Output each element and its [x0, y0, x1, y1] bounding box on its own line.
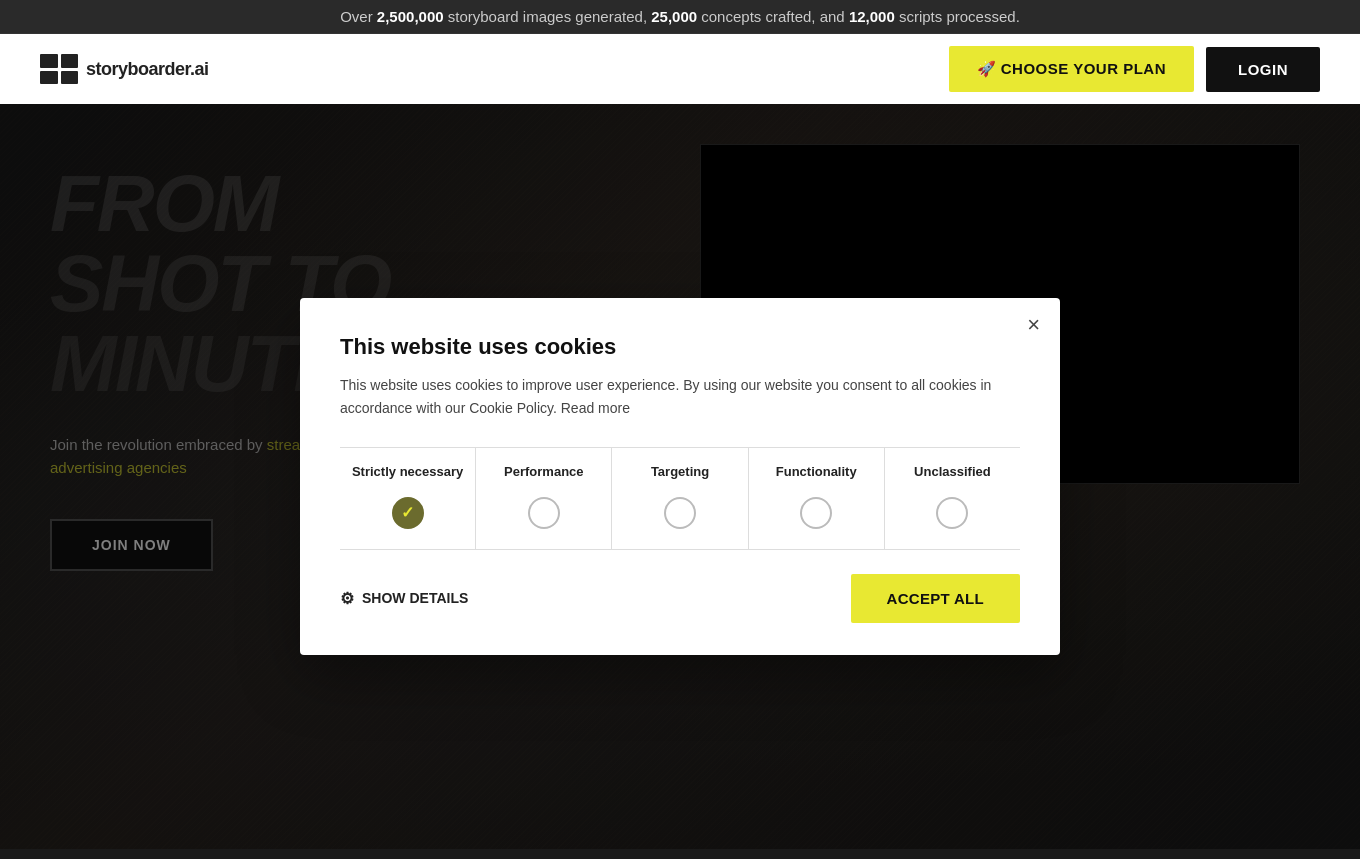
category-performance: Performance [476, 448, 612, 549]
category-label-performance: Performance [504, 464, 583, 481]
category-functionality: Functionality [749, 448, 885, 549]
cookie-categories: Strictly necessary Performance Targeting… [340, 447, 1020, 550]
login-button[interactable]: LOGIN [1206, 47, 1320, 92]
stat-scripts: 12,000 [849, 8, 895, 25]
category-label-targeting: Targeting [651, 464, 709, 481]
category-unclassified: Unclassified [885, 448, 1020, 549]
category-checkbox-functionality[interactable] [800, 497, 832, 529]
cookie-modal: × This website uses cookies This website… [300, 298, 1060, 655]
modal-title: This website uses cookies [340, 334, 1020, 360]
modal-description: This website uses cookies to improve use… [340, 374, 1020, 419]
cookie-modal-overlay: × This website uses cookies This website… [0, 104, 1360, 849]
category-strictly-necessary: Strictly necessary [340, 448, 476, 549]
accept-all-button[interactable]: ACCEPT ALL [851, 574, 1020, 623]
logo-cell-2 [61, 54, 79, 68]
announcement-text-3: concepts crafted, and [697, 8, 849, 25]
header: storyboarder.ai 🚀 CHOOSE YOUR PLAN LOGIN [0, 34, 1360, 104]
gear-icon: ⚙ [340, 589, 354, 608]
logo-word2: boarder [128, 59, 191, 79]
logo-cell-4 [61, 71, 79, 85]
logo-ai: .ai [190, 59, 209, 79]
announcement-bar: Over 2,500,000 storyboard images generat… [0, 0, 1360, 34]
logo[interactable]: storyboarder.ai [40, 54, 209, 84]
modal-footer: ⚙ SHOW DETAILS ACCEPT ALL [340, 574, 1020, 623]
logo-grid-icon [40, 54, 78, 84]
category-targeting: Targeting [612, 448, 748, 549]
choose-plan-button[interactable]: 🚀 CHOOSE YOUR PLAN [949, 46, 1194, 92]
stat-concepts: 25,000 [651, 8, 697, 25]
announcement-text-4: scripts processed. [895, 8, 1020, 25]
announcement-text-prefix: Over [340, 8, 377, 25]
show-details-label: SHOW DETAILS [362, 590, 468, 606]
stat-images: 2,500,000 [377, 8, 444, 25]
logo-word1: story [86, 59, 128, 79]
modal-close-button[interactable]: × [1027, 314, 1040, 336]
category-checkbox-strictly[interactable] [392, 497, 424, 529]
show-details-button[interactable]: ⚙ SHOW DETAILS [340, 589, 468, 608]
announcement-text-2: storyboard images generated, [444, 8, 652, 25]
category-label-functionality: Functionality [776, 464, 857, 481]
category-label-strictly: Strictly necessary [352, 464, 463, 481]
logo-text: storyboarder.ai [86, 59, 209, 80]
logo-cell-1 [40, 54, 58, 68]
category-checkbox-targeting[interactable] [664, 497, 696, 529]
category-checkbox-unclassified[interactable] [936, 497, 968, 529]
nav-buttons: 🚀 CHOOSE YOUR PLAN LOGIN [949, 46, 1320, 92]
logo-cell-3 [40, 71, 58, 85]
category-checkbox-performance[interactable] [528, 497, 560, 529]
hero-section: From SHOT TO Minute... Join the revoluti… [0, 104, 1360, 849]
category-label-unclassified: Unclassified [914, 464, 991, 481]
